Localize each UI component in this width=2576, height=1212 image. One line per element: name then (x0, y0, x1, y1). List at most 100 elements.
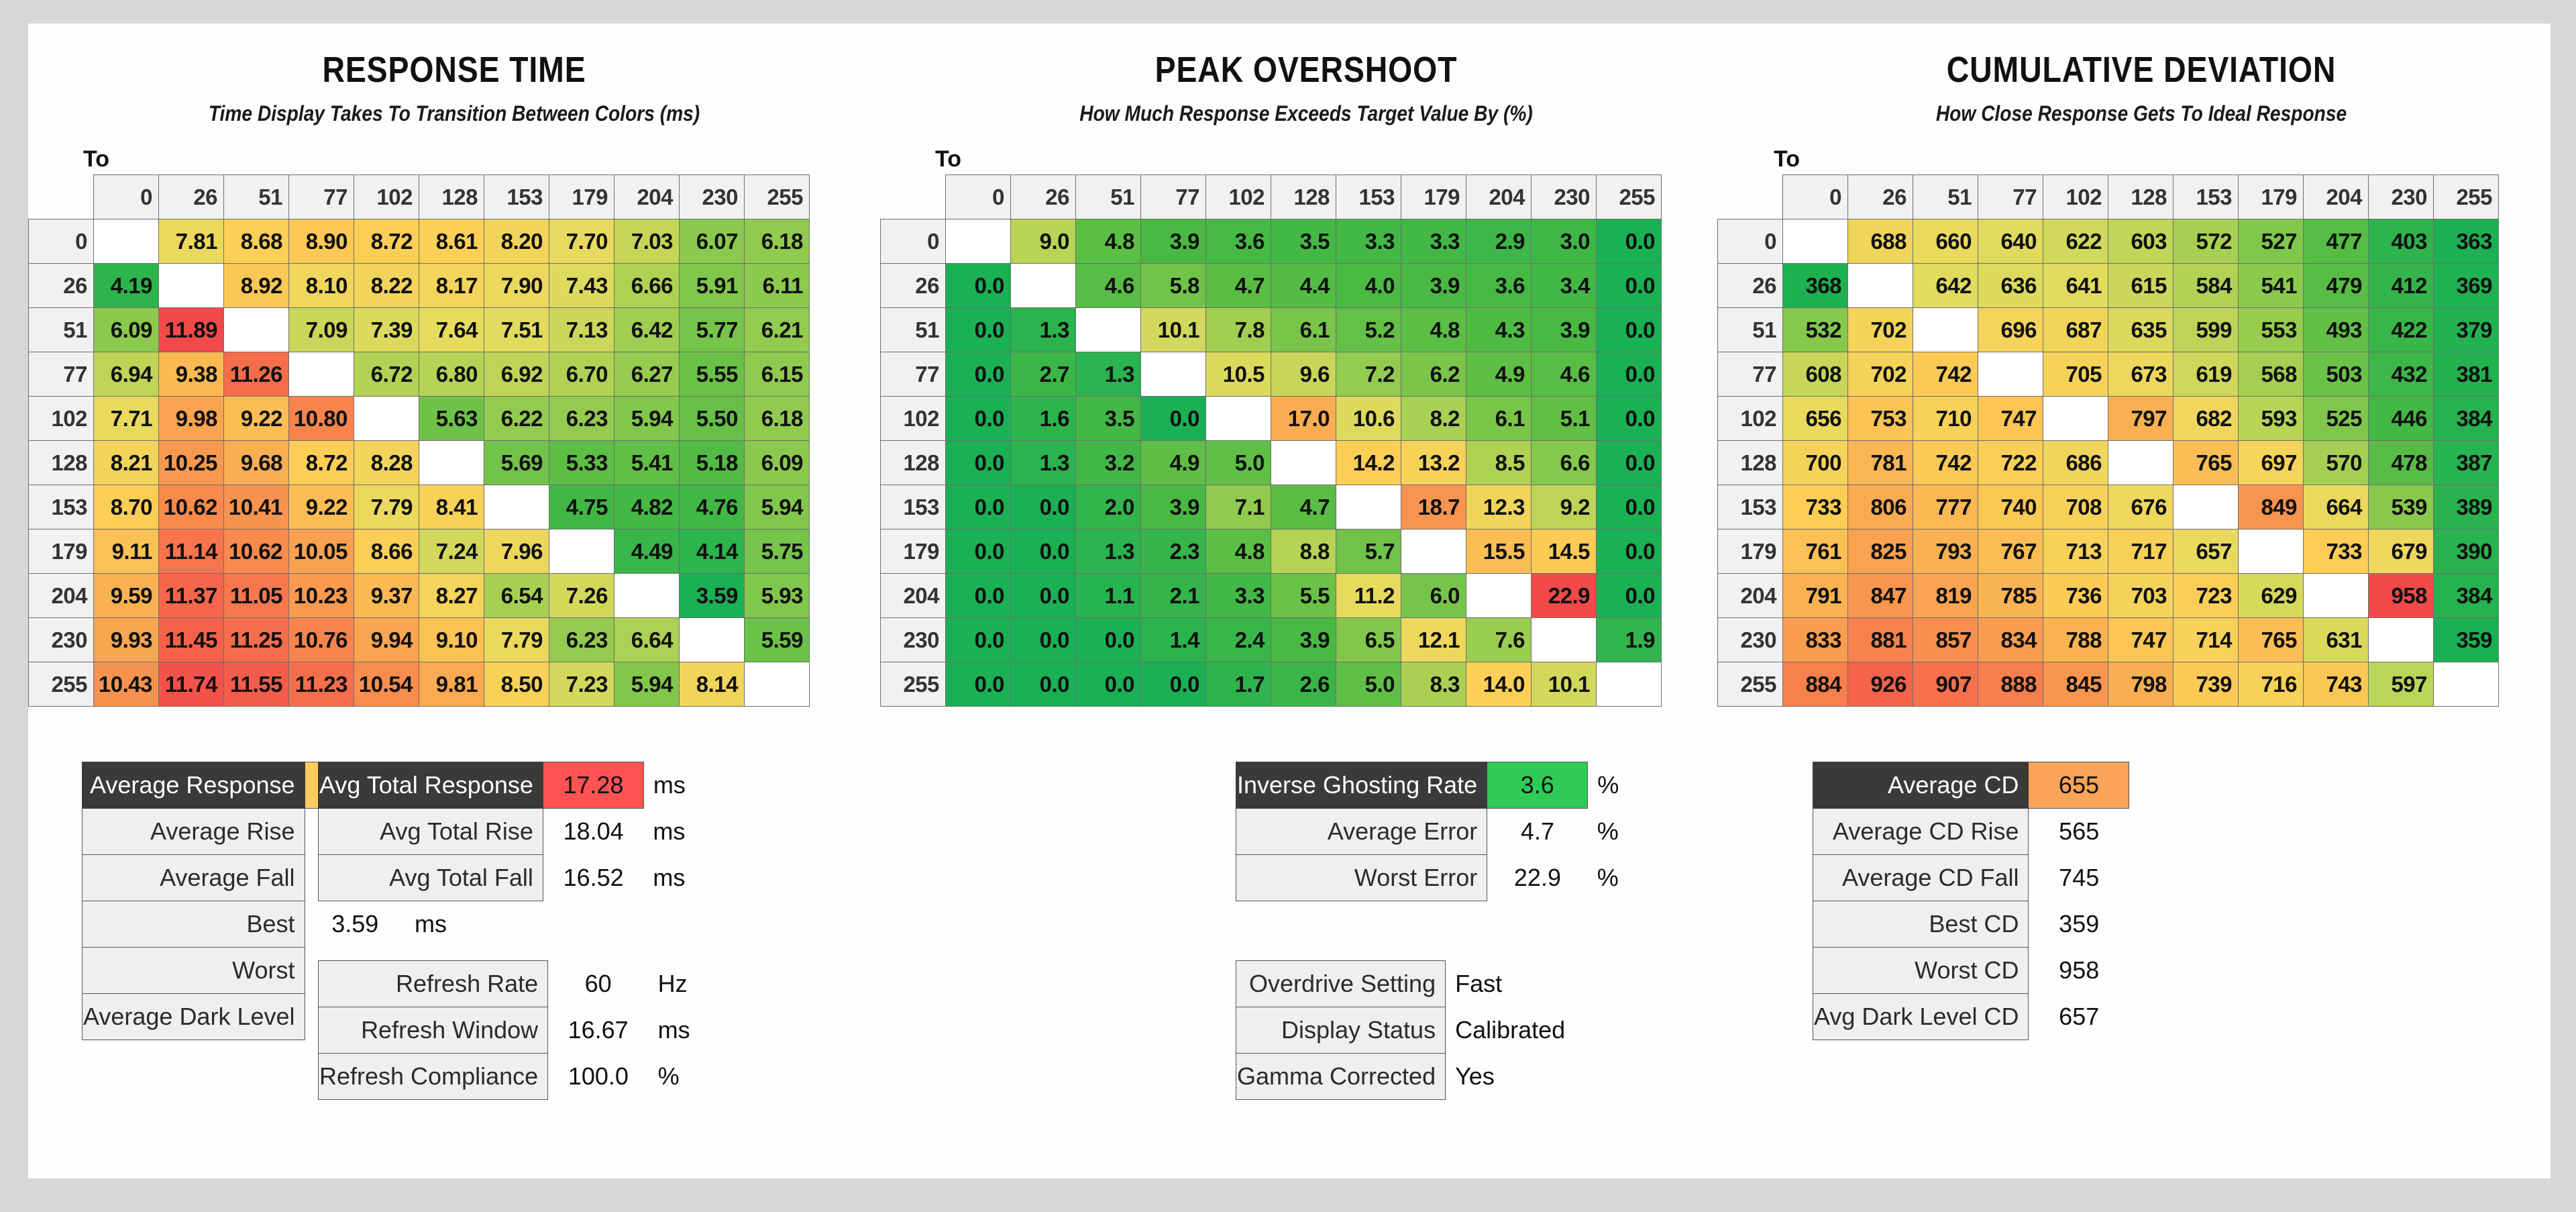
matrix-cell: 1.1 (1075, 573, 1141, 618)
matrix-cell: 6.09 (93, 307, 159, 352)
matrix-cell: 9.22 (288, 485, 354, 529)
matrix-cell: 10.25 (158, 440, 224, 485)
matrix-cell: 7.96 (484, 529, 549, 574)
matrix-cell: 11.23 (288, 662, 354, 707)
matrix-cell: 736 (2043, 573, 2108, 618)
matrix-cell: 688 (1847, 219, 1913, 264)
matrix-cell-diagonal (549, 529, 614, 574)
matrix-cell: 2.1 (1140, 573, 1206, 618)
summary-table-ghosting: Inverse Ghosting Rate 3.6% Average Error 4.… (1235, 762, 1662, 901)
matrix-cell: 4.4 (1271, 263, 1336, 308)
summary-value: 16.67 (568, 1016, 629, 1044)
summary-label: Best (82, 901, 305, 948)
matrix-cell: 17.0 (1271, 396, 1336, 441)
matrix-cell: 2.4 (1205, 617, 1271, 662)
matrix-cell: 7.70 (549, 219, 614, 264)
summary-label: Worst Error (1235, 854, 1488, 901)
matrix-cell: 5.69 (484, 440, 549, 485)
summary-unit: ms (657, 1016, 690, 1044)
summary-value: Yes (1455, 1062, 1495, 1090)
matrix-cell: 747 (2108, 617, 2174, 662)
col-header-26: 26 (1010, 174, 1076, 219)
col-header-77: 77 (1140, 174, 1206, 219)
matrix-cell: 777 (1913, 485, 1978, 529)
matrix-cell-diagonal (1913, 307, 1978, 352)
matrix-cell: 8.14 (679, 662, 745, 707)
col-header-51: 51 (1075, 174, 1141, 219)
summary-row: Overdrive Setting Fast (1235, 960, 1644, 1007)
matrix-cell-diagonal (354, 396, 419, 441)
matrix-cell: 379 (2433, 307, 2499, 352)
matrix-cell: 10.80 (288, 396, 354, 441)
summary-label: Display Status (1235, 1007, 1446, 1054)
summary-row: Refresh Window 16.67 ms (317, 1007, 722, 1054)
summary-value: 17.28 (542, 762, 644, 809)
matrix-cell: 11.37 (158, 573, 224, 618)
summary-value: Calibrated (1455, 1016, 1566, 1044)
matrix-row: 128 0.0 1.3 3.2 4.9 5.0 14.2 13.2 8.5 6.6 0.0 (880, 440, 1662, 485)
matrix-cell: 0.0 (945, 662, 1011, 707)
matrix-cell: 5.77 (679, 307, 745, 352)
matrix-cell-diagonal (1978, 352, 2043, 397)
col-header-102: 102 (2043, 174, 2108, 219)
matrix-cell: 5.0 (1205, 440, 1271, 485)
col-header-51: 51 (1913, 174, 1978, 219)
matrix-cell: 0.0 (1075, 617, 1141, 662)
matrix-cell: 4.49 (614, 529, 680, 574)
panel-cumulative-deviation: CUMULATIVE DEVIATION How Close Response … (1717, 23, 2551, 707)
matrix-cell: 798 (2108, 662, 2174, 707)
matrix-row: 51 0.0 1.3 10.1 7.8 6.1 5.2 4.8 4.3 3.9 0.0 (880, 307, 1662, 352)
matrix-cell: 8.66 (354, 529, 419, 574)
matrix-cell: 7.2 (1336, 352, 1401, 397)
matrix-cell: 15.5 (1466, 529, 1532, 574)
matrix-cell: 6.15 (744, 352, 810, 397)
matrix-cell: 584 (2173, 263, 2239, 308)
summary-row: Best CD 359 (1812, 901, 2203, 948)
matrix-cell: 389 (2433, 485, 2499, 529)
matrix-cell: 368 (1782, 263, 1848, 308)
matrix-cell: 8.28 (354, 440, 419, 485)
matrix-cell: 5.93 (744, 573, 810, 618)
matrix-cell: 2.7 (1010, 352, 1076, 397)
summary-value: 565 (2059, 817, 2100, 846)
summary-unit: ms (415, 910, 447, 938)
row-header-26: 26 (1717, 263, 1783, 308)
matrix-cell: 7.1 (1205, 485, 1271, 529)
matrix-cell: 572 (2173, 219, 2239, 264)
summary-label: Inverse Ghosting Rate (1235, 762, 1488, 809)
matrix-cell: 8.72 (354, 219, 419, 264)
matrix-cell: 656 (1782, 396, 1848, 441)
matrix-cell: 4.8 (1401, 307, 1466, 352)
matrix-cell: 553 (2238, 307, 2304, 352)
summary-label: Average CD Rise (1812, 808, 2029, 855)
matrix-cell: 0.0 (1596, 440, 1662, 485)
matrix-row: 179 9.11 11.14 10.62 10.05 8.66 7.24 7.96 4.49 4.… (28, 529, 810, 574)
col-header-128: 128 (419, 174, 484, 219)
matrix-cell-diagonal (1140, 352, 1206, 397)
matrix-row: 255 10.43 11.74 11.55 11.23 10.54 9.81 8.50 7.23… (28, 662, 810, 707)
matrix-cell: 6.2 (1401, 352, 1466, 397)
row-header-102: 102 (1717, 396, 1783, 441)
matrix-cell: 1.4 (1140, 617, 1206, 662)
matrix-cell: 478 (2368, 440, 2434, 485)
matrix-cell: 412 (2368, 263, 2434, 308)
summary-row: Refresh Rate 60 Hz (317, 960, 722, 1007)
row-header-255: 255 (880, 662, 946, 707)
summary-row: Inverse Ghosting Rate 3.6% (1235, 762, 1662, 809)
matrix-cell: 599 (2173, 307, 2239, 352)
matrix-cell: 3.5 (1271, 219, 1336, 264)
matrix-cell: 622 (2043, 219, 2108, 264)
summary-label: Avg Total Rise (318, 808, 543, 855)
matrix-cell: 9.68 (223, 440, 289, 485)
matrix-cell: 6.64 (614, 617, 680, 662)
matrix-cell: 493 (2303, 307, 2369, 352)
matrix-cell: 597 (2368, 662, 2434, 707)
matrix-cell: 0.0 (1596, 573, 1662, 618)
matrix-cell: 7.03 (614, 219, 680, 264)
summary-value: 100.0 (568, 1062, 629, 1090)
matrix-cell: 6.11 (744, 263, 810, 308)
matrix-cell: 753 (1847, 396, 1913, 441)
summary-unit (2129, 948, 2203, 994)
summary-value: 4.7 (1520, 817, 1554, 846)
summary-label: Average Error (1235, 808, 1488, 855)
